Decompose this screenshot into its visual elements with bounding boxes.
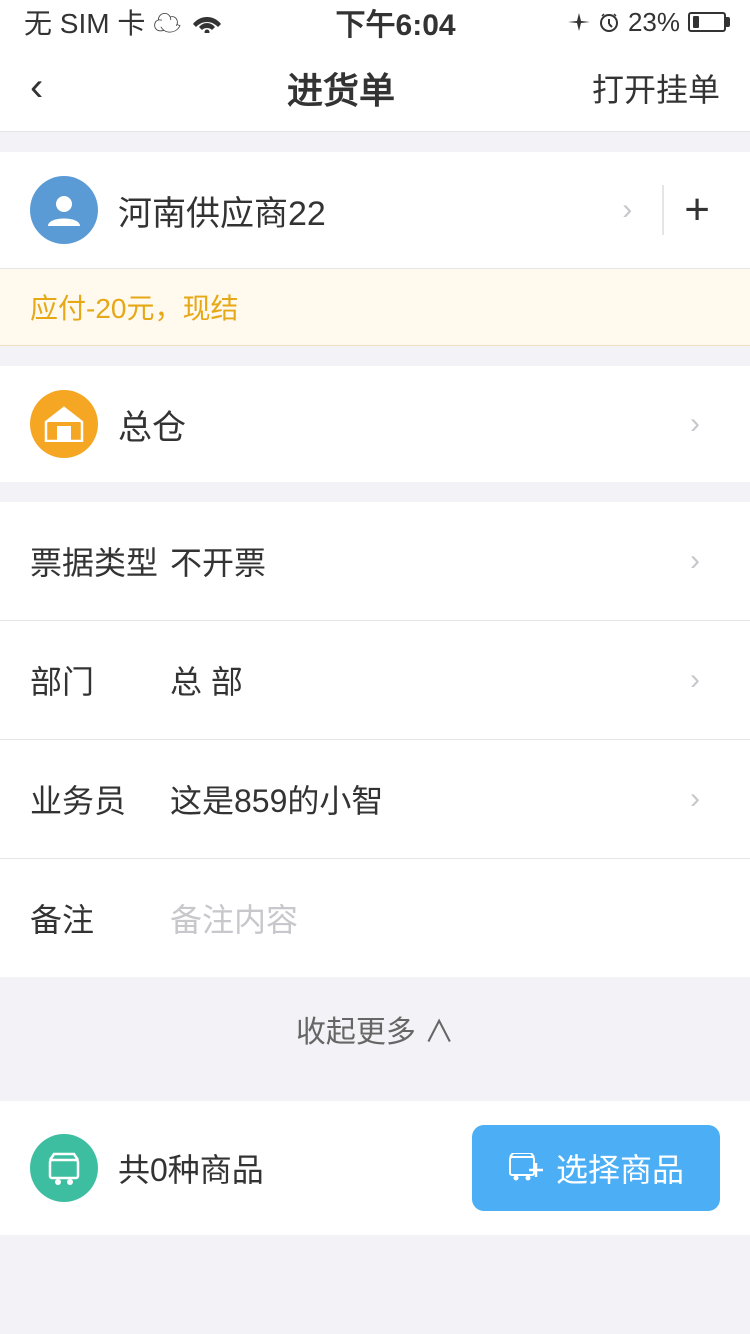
- battery-percent: 23%: [628, 7, 680, 38]
- warehouse-row[interactable]: 总仓 ›: [0, 366, 750, 482]
- chevron-right-icon: ›: [622, 193, 632, 227]
- supplier-row[interactable]: 河南供应商22 › +: [0, 152, 750, 269]
- collapse-label: 收起更多 ∧: [296, 1016, 454, 1049]
- chevron-right-icon: ›: [690, 407, 700, 441]
- product-icon: [30, 1134, 98, 1202]
- remark-label: 备注: [30, 895, 170, 941]
- product-count: 共0种商品: [118, 1145, 452, 1191]
- status-time: 下午6:04: [336, 0, 456, 44]
- notice-bar: 应付-20元，现结: [0, 269, 750, 346]
- invoice-type-label: 票据类型: [30, 538, 170, 584]
- nav-bar: ‹ 进货单 打开挂单: [0, 44, 750, 132]
- collapse-row[interactable]: 收起更多 ∧: [0, 977, 750, 1081]
- supplier-name: 河南供应商22: [118, 186, 622, 235]
- chevron-right-icon: ›: [690, 782, 700, 816]
- warehouse-icon: [30, 390, 98, 458]
- content: 河南供应商22 › + 应付-20元，现结 总仓 › 票据类型 不开票: [0, 152, 750, 1235]
- dept-label: 部门: [30, 657, 170, 703]
- select-product-label: 选择商品: [556, 1145, 684, 1191]
- remark-placeholder: 备注内容: [170, 895, 720, 941]
- cart-icon: [44, 1150, 84, 1186]
- supplier-section: 河南供应商22 › + 应付-20元，现结: [0, 152, 750, 346]
- salesman-value: 这是859的小智: [170, 776, 690, 822]
- status-right: 23%: [568, 7, 726, 38]
- warehouse-section: 总仓 ›: [0, 366, 750, 482]
- back-button[interactable]: ‹: [30, 65, 90, 110]
- invoice-type-value: 不开票: [170, 538, 690, 584]
- salesman-label: 业务员: [30, 776, 170, 822]
- invoice-type-row[interactable]: 票据类型 不开票 ›: [0, 502, 750, 621]
- supplier-avatar: [30, 176, 98, 244]
- bottom-section: 共0种商品 选择商品: [0, 1101, 750, 1235]
- notice-text: 应付-20元，现结: [30, 293, 238, 324]
- remark-row[interactable]: 备注 备注内容: [0, 859, 750, 977]
- status-left: 无 SIM 卡 ☁: [24, 2, 223, 42]
- house-icon: [44, 406, 84, 442]
- dept-value: 总 部: [170, 657, 690, 703]
- divider: [662, 185, 664, 235]
- open-pending-button[interactable]: 打开挂单: [592, 65, 720, 111]
- warehouse-name: 总仓: [118, 400, 690, 449]
- location-icon: [568, 11, 590, 33]
- battery-icon: [688, 12, 726, 32]
- chevron-right-icon: ›: [690, 544, 700, 578]
- person-icon: [44, 190, 84, 230]
- dept-row[interactable]: 部门 总 部 ›: [0, 621, 750, 740]
- select-product-icon: [508, 1153, 544, 1183]
- status-bar: 无 SIM 卡 ☁ 下午6:04 23%: [0, 0, 750, 44]
- select-product-button[interactable]: 选择商品: [472, 1125, 720, 1211]
- chevron-right-icon: ›: [690, 663, 700, 697]
- page-title: 进货单: [287, 62, 395, 114]
- form-section: 票据类型 不开票 › 部门 总 部 › 业务员 这是859的小智 › 备注 备注…: [0, 502, 750, 977]
- add-supplier-button[interactable]: +: [674, 185, 720, 235]
- salesman-row[interactable]: 业务员 这是859的小智 ›: [0, 740, 750, 859]
- wifi-icon: [191, 11, 223, 33]
- sim-label: 无 SIM 卡 ☁: [24, 2, 181, 42]
- alarm-icon: [598, 11, 620, 33]
